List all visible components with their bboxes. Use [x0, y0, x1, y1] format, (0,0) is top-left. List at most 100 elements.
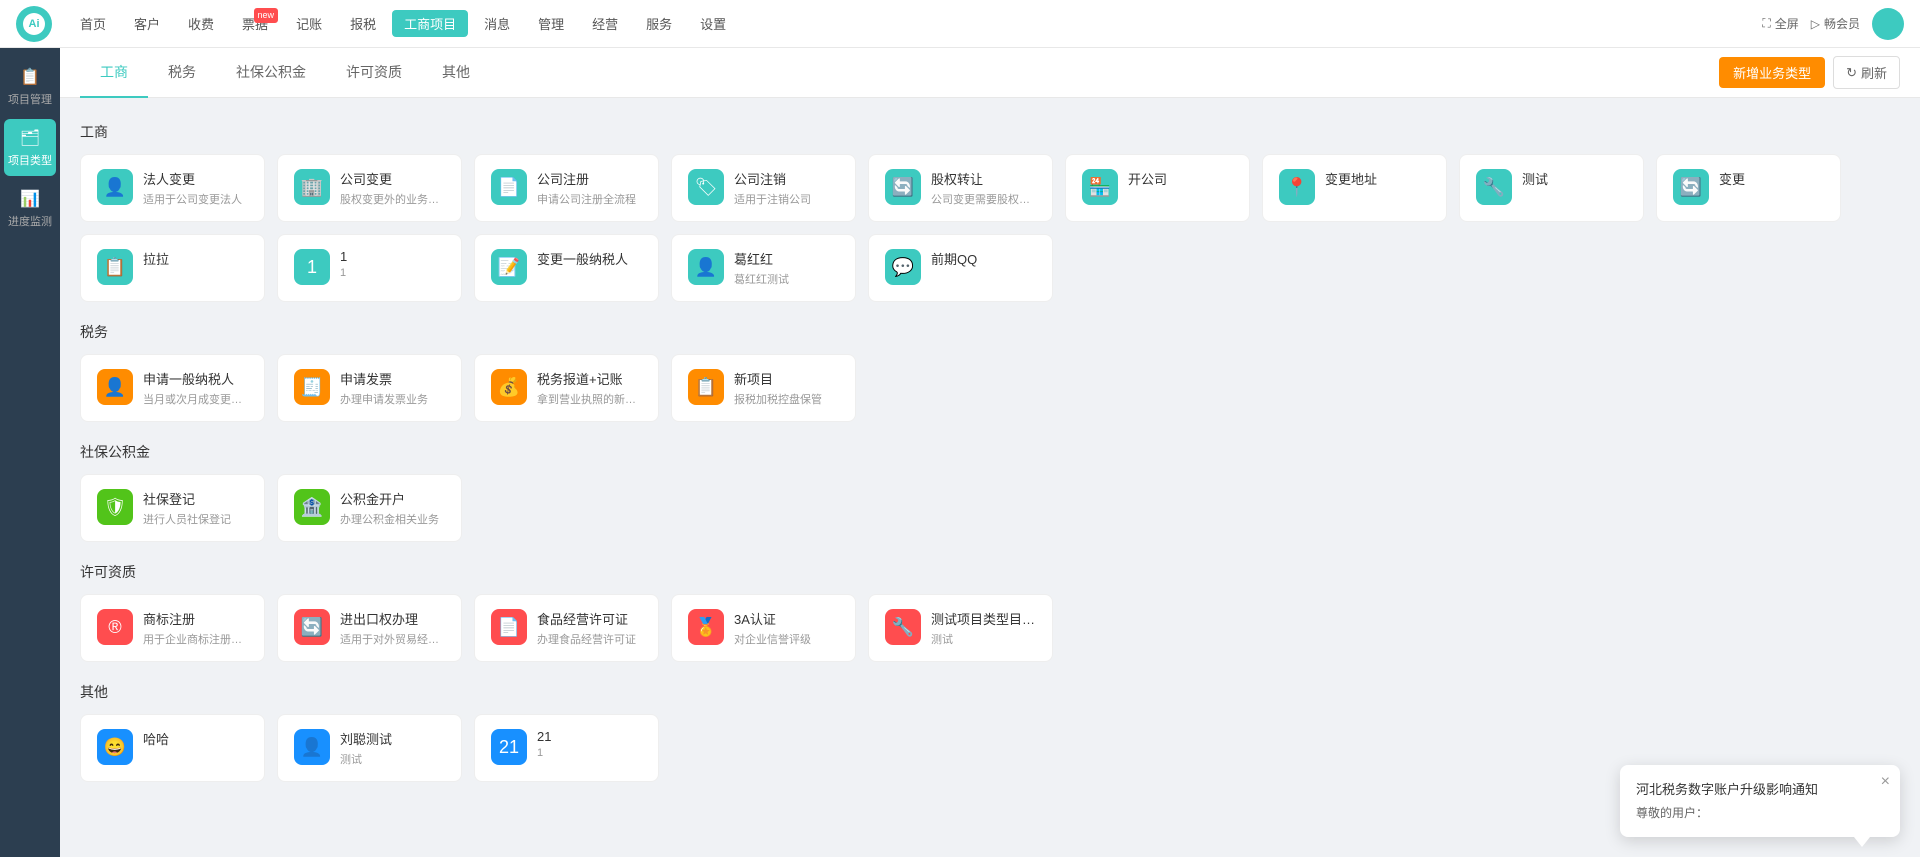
nav-item-客户[interactable]: 客户	[122, 10, 172, 37]
card-info-变更: 变更	[1719, 169, 1824, 191]
tab-税务[interactable]: 税务	[148, 48, 216, 98]
card-info-哈哈: 哈哈	[143, 729, 248, 751]
card-申请发票[interactable]: 🧾申请发票办理申请发票业务	[277, 354, 462, 422]
new-type-button[interactable]: 新增业务类型	[1719, 57, 1825, 88]
card-name-商标注册: 商标注册	[143, 609, 248, 628]
sidebar-icon-2: 📊	[19, 188, 41, 210]
card-name-前期QQ: 前期QQ	[931, 249, 1036, 268]
nav-item-首页[interactable]: 首页	[68, 10, 118, 37]
card-葛红红[interactable]: 👤葛红红葛红红测试	[671, 234, 856, 302]
card-变更[interactable]: 🔄 变更	[1656, 154, 1841, 222]
nav-item-工商项目[interactable]: 工商项目	[392, 10, 468, 37]
member-btn[interactable]: ▷ 畅会员	[1811, 15, 1860, 32]
card-info-社保登记: 社保登记进行人员社保登记	[143, 489, 248, 527]
card-哈哈[interactable]: 😄哈哈	[80, 714, 265, 782]
card-name-税务报道+记账: 税务报道+记账	[537, 369, 642, 388]
notification-title: 河北税务数字账户升级影响通知	[1636, 779, 1884, 798]
card-税务报道+记账[interactable]: 💰税务报道+记账拿到营业执照的新公司	[474, 354, 659, 422]
card-商标注册[interactable]: ® 商标注册用于企业商标注册服务	[80, 594, 265, 662]
card-desc-3A认证: 对企业信誉评级	[734, 631, 839, 647]
card-name-公司变更: 公司变更	[340, 169, 445, 188]
card-desc-葛红红: 葛红红测试	[734, 271, 839, 287]
card-info-刘聪测试: 刘聪测试测试	[340, 729, 445, 767]
card-icon-变更地址: 📍	[1279, 169, 1315, 205]
card-name-21: 21	[537, 729, 642, 744]
tab-工商[interactable]: 工商	[80, 48, 148, 98]
card-name-哈哈: 哈哈	[143, 729, 248, 748]
card-info-葛红红: 葛红红葛红红测试	[734, 249, 839, 287]
card-开公司[interactable]: 🏪开公司	[1065, 154, 1250, 222]
tab-社保公积金[interactable]: 社保公积金	[216, 48, 326, 98]
card-公司注销[interactable]: 🏷公司注销适用于注销公司	[671, 154, 856, 222]
card-desc-进出口权办理: 适用于对外贸易经营者	[340, 631, 445, 647]
card-desc-刘聪测试: 测试	[340, 751, 445, 767]
card-name-变更: 变更	[1719, 169, 1824, 188]
card-icon-税务报道+记账: 💰	[491, 369, 527, 405]
nav-item-收费[interactable]: 收费	[176, 10, 226, 37]
card-name-变更地址: 变更地址	[1325, 169, 1430, 188]
card-测试[interactable]: 🔧测试	[1459, 154, 1644, 222]
nav-item-经营[interactable]: 经营	[580, 10, 630, 37]
card-icon-变更: 🔄	[1673, 169, 1709, 205]
card-公积金开户[interactable]: 🏦公积金开户办理公积金相关业务	[277, 474, 462, 542]
user-avatar[interactable]	[1872, 8, 1904, 40]
fullscreen-btn[interactable]: ⛶ 全屏	[1762, 15, 1798, 32]
card-1[interactable]: 111	[277, 234, 462, 302]
nav-item-消息[interactable]: 消息	[472, 10, 522, 37]
card-新项目[interactable]: 📋新项目报税加税控盘保管	[671, 354, 856, 422]
nav-item-设置[interactable]: 设置	[688, 10, 738, 37]
card-变更一般纳税人[interactable]: 📝变更一般纳税人	[474, 234, 659, 302]
nav-item-记账[interactable]: 记账	[284, 10, 334, 37]
card-info-公司注册: 公司注册申请公司注册全流程	[537, 169, 642, 207]
card-进出口权办理[interactable]: 🔄进出口权办理适用于对外贸易经营者	[277, 594, 462, 662]
logo[interactable]: Ai	[16, 6, 52, 42]
card-name-社保登记: 社保登记	[143, 489, 248, 508]
card-申请一般纳税人[interactable]: 👤申请一般纳税人当月或次月成变更完成	[80, 354, 265, 422]
nav-item-服务[interactable]: 服务	[634, 10, 684, 37]
notification-popup: × 河北税务数字账户升级影响通知 尊敬的用户：	[1620, 765, 1900, 837]
card-info-商标注册: 商标注册用于企业商标注册服务	[143, 609, 248, 647]
sidebar-item-2[interactable]: 📊进度监测	[4, 180, 56, 237]
card-法人变更[interactable]: 👤法人变更适用于公司变更法人	[80, 154, 265, 222]
card-icon-法人变更: 👤	[97, 169, 133, 205]
card-21[interactable]: 21211	[474, 714, 659, 782]
sub-tabs: 工商税务社保公积金许可资质其他 新增业务类型 ↻ 刷新	[60, 48, 1920, 98]
card-info-公积金开户: 公积金开户办理公积金相关业务	[340, 489, 445, 527]
card-公司变更[interactable]: 🏢公司变更股权变更外的业务变更	[277, 154, 462, 222]
card-desc-新项目: 报税加税控盘保管	[734, 391, 839, 407]
card-社保登记[interactable]: 🛡社保登记进行人员社保登记	[80, 474, 265, 542]
cards-grid-工商: 👤法人变更适用于公司变更法人🏢公司变更股权变更外的业务变更 📄 公司注册申请公司注册…	[80, 154, 1900, 302]
card-name-申请发票: 申请发票	[340, 369, 445, 388]
section-title-其他: 其他	[80, 682, 1900, 702]
card-desc-测试项目类型目定义: 测试	[931, 631, 1036, 647]
card-desc-食品经营许可证: 办理食品经营许可证	[537, 631, 642, 647]
card-desc-商标注册: 用于企业商标注册服务	[143, 631, 248, 647]
card-股权转让[interactable]: 🔄股权转让公司变更需要股权转让	[868, 154, 1053, 222]
card-刘聪测试[interactable]: 👤刘聪测试测试	[277, 714, 462, 782]
sidebar-item-1[interactable]: 🗂项目类型	[4, 119, 56, 176]
sidebar-item-0[interactable]: 📋项目管理	[4, 58, 56, 115]
tab-许可资质[interactable]: 许可资质	[326, 48, 422, 98]
card-icon-商标注册: ®	[97, 609, 133, 645]
notification-close-btn[interactable]: ×	[1881, 773, 1890, 791]
nav-item-管理[interactable]: 管理	[526, 10, 576, 37]
refresh-button[interactable]: ↻ 刷新	[1833, 56, 1900, 89]
card-icon-测试项目类型目定义: 🔧	[885, 609, 921, 645]
nav-item-报税[interactable]: 报税	[338, 10, 388, 37]
cards-grid-许可资质: ® 商标注册用于企业商标注册服务 🔄进出口权办理适用于对外贸易经营者📄食品经营许可证…	[80, 594, 1900, 662]
fullscreen-label: 全屏	[1775, 15, 1799, 32]
card-前期QQ[interactable]: 💬前期QQ	[868, 234, 1053, 302]
card-desc-公司注册: 申请公司注册全流程	[537, 191, 642, 207]
card-食品经营许可证[interactable]: 📄食品经营许可证办理食品经营许可证	[474, 594, 659, 662]
card-变更地址[interactable]: 📍 变更地址	[1262, 154, 1447, 222]
card-icon-食品经营许可证: 📄	[491, 609, 527, 645]
card-name-股权转让: 股权转让	[931, 169, 1036, 188]
card-3A认证[interactable]: 🏅3A认证对企业信誉评级	[671, 594, 856, 662]
card-icon-公司注册: 📄	[491, 169, 527, 205]
card-拉拉[interactable]: 📋拉拉	[80, 234, 265, 302]
nav-item-票据[interactable]: 票据new	[230, 10, 280, 37]
card-name-测试: 测试	[1522, 169, 1627, 188]
tab-其他[interactable]: 其他	[422, 48, 490, 98]
card-公司注册[interactable]: 📄 公司注册申请公司注册全流程	[474, 154, 659, 222]
card-测试项目类型目定义[interactable]: 🔧测试项目类型目定义测试	[868, 594, 1053, 662]
